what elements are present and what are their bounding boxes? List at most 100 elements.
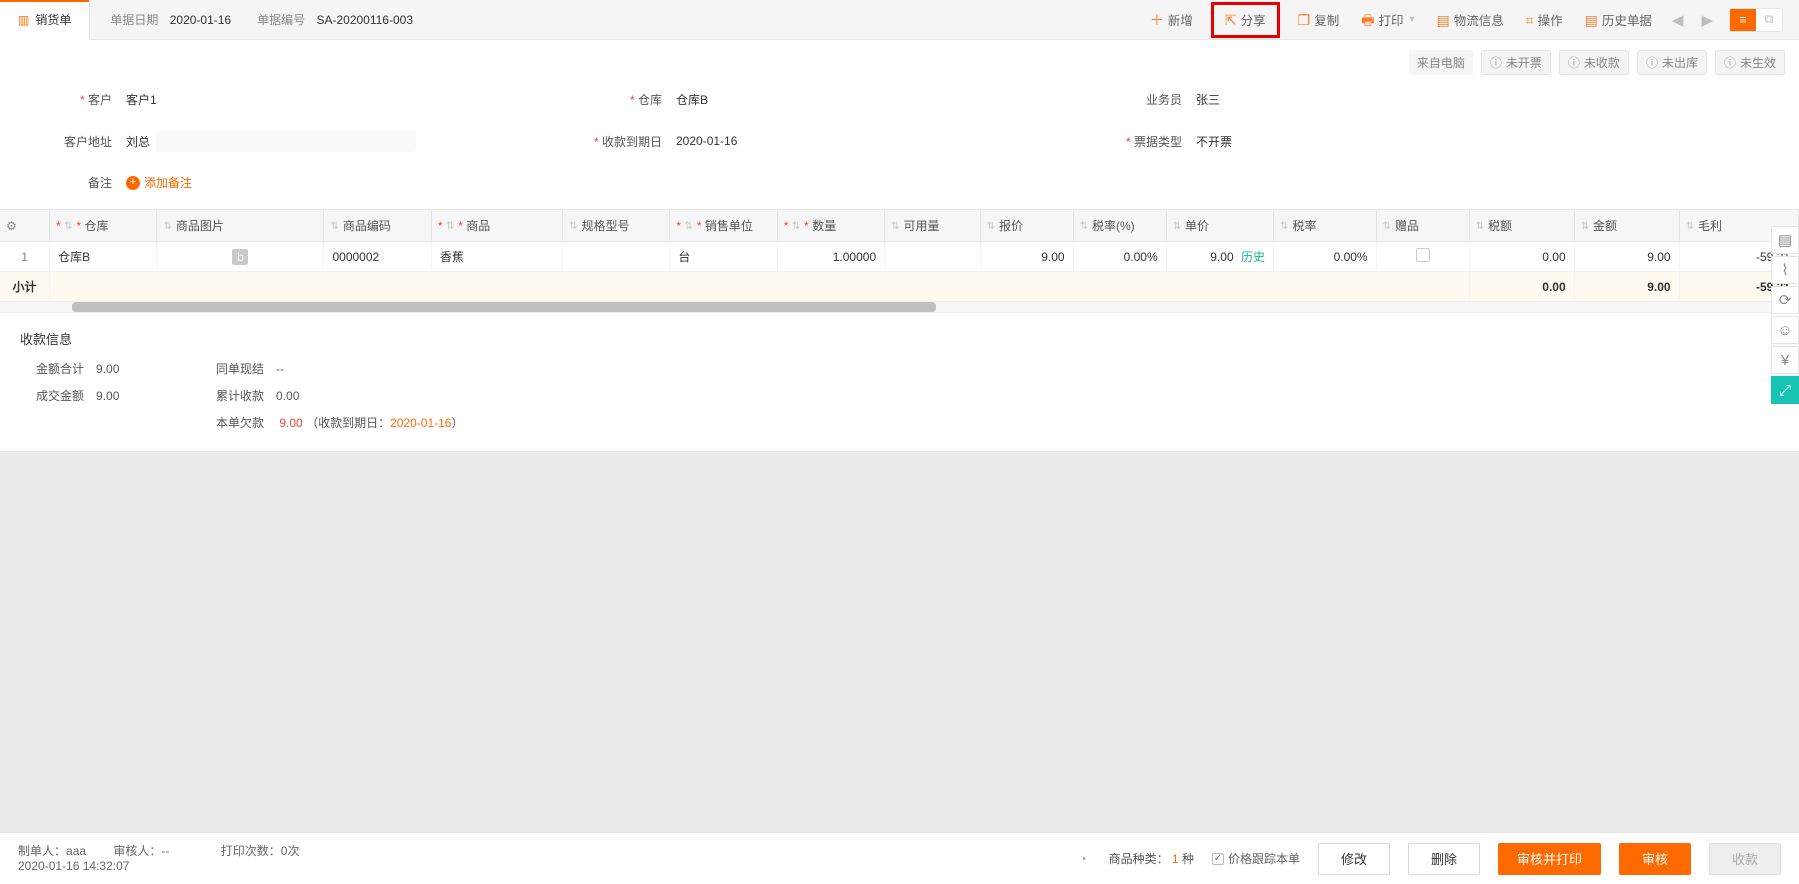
col-code[interactable]: ⇅商品编码 [324,210,431,242]
col-amount[interactable]: ⇅金额 [1575,210,1680,242]
cell-discount[interactable]: 0.00% [1074,242,1167,272]
status-no-out[interactable]: ⓘ未出库 [1637,50,1707,75]
view-card-button[interactable]: ⧉ [1756,9,1782,31]
status-no-receipt[interactable]: ⓘ未收款 [1559,50,1629,75]
doc-icon: ▥ [18,13,29,27]
col-spec[interactable]: ⇅规格型号 [563,210,670,242]
pager-prev[interactable]: ◀ [1670,11,1686,29]
subtotal-tax-amt: 0.00 [1470,272,1575,302]
status-not-effective[interactable]: ⓘ未生效 [1715,50,1785,75]
action-print[interactable]: 🖶 打印 ▾ [1357,7,1418,32]
col-gift[interactable]: ⇅赠品 [1377,210,1470,242]
cell-warehouse[interactable]: 仓库B [50,242,157,272]
status-no-invoice[interactable]: ⓘ未开票 [1481,50,1551,75]
col-discount[interactable]: ⇅税率(%) [1074,210,1167,242]
action-logistics[interactable]: ▤ 物流信息 [1433,7,1508,32]
cell-spec[interactable] [563,242,670,272]
table-horizontal-scrollbar[interactable] [0,302,1799,312]
warehouse-value[interactable]: 仓库B [676,91,708,108]
cum-receive-label: 累计收款 [216,389,264,403]
duedate-value[interactable]: 2020-01-16 [676,134,737,148]
addr-value[interactable]: 刘总 [126,133,150,150]
cell-qty[interactable]: 1.00000 [778,242,885,272]
scrollbar-thumb[interactable] [72,302,936,312]
delete-button[interactable]: 删除 [1408,843,1480,875]
cell-gift[interactable] [1377,242,1470,272]
col-qty[interactable]: ⇅数量 [778,210,885,242]
col-tax-rate[interactable]: ⇅税率 [1274,210,1377,242]
rail-refresh-icon[interactable]: ⟳ [1771,286,1799,314]
add-note-button[interactable]: + 添加备注 [126,174,192,191]
plus-circle-icon: + [126,176,140,190]
rail-user-icon[interactable]: ☺ [1771,316,1799,344]
subtotal-amount: 9.00 [1575,272,1680,302]
view-list-button[interactable]: ≡ [1730,9,1756,31]
status-row: 来自电脑 ⓘ未开票 ⓘ未收款 ⓘ未出库 ⓘ未生效 [0,40,1799,75]
cell-price[interactable]: 9.00 [981,242,1074,272]
rail-link-icon[interactable]: ⌇ [1771,256,1799,284]
info-icon: ⓘ [1724,54,1736,71]
code-label: 单据编号 [257,13,305,27]
deal-amount-value: 9.00 [96,389,119,403]
col-sale-unit[interactable]: ⇅销售单位 [670,210,777,242]
row-index: 1 [0,242,50,272]
auditor-label: 审核人： [113,844,161,858]
timestamp: 2020-01-16 14:32:07 [18,859,299,874]
owed-note-suffix: ） [451,416,463,430]
action-operations[interactable]: ⌗ 操作 [1522,7,1567,32]
info-icon: ⓘ [1490,54,1502,71]
price-history-link[interactable]: 历史 [1241,250,1265,264]
col-warehouse[interactable]: ⇅仓库 [50,210,157,242]
top-bar: ▥ 销货单 单据日期 2020-01-16 单据编号 SA-20200116-0… [0,0,1799,40]
col-unit-price[interactable]: ⇅单价 [1167,210,1274,242]
top-actions: ＋ 新增 ⇱ 分享 ❐ 复制 🖶 打印 ▾ ▤ 物流信息 [1146,2,1783,38]
rail-expand-icon[interactable]: ⤢ [1771,376,1799,404]
line-items-table: ⚙ ⇅仓库 ⇅商品图片 ⇅商品编码 ⇅商品 ⇅规格型号 ⇅销售单位 ⇅数量 ⇅可… [0,209,1799,312]
sales-value[interactable]: 张三 [1196,91,1220,108]
cell-avail[interactable] [885,242,980,272]
col-avail[interactable]: ⇅可用量 [885,210,980,242]
code-value: SA-20200116-003 [316,13,413,27]
owed-label: 本单欠款 [216,416,264,430]
cell-product[interactable]: 香蕉 [432,242,563,272]
cell-unit-price[interactable]: 9.00 历史 [1167,242,1274,272]
customer-label: 客户 [40,91,112,108]
col-image[interactable]: ⇅商品图片 [157,210,324,242]
audit-print-button[interactable]: 审核并打印 [1498,843,1601,875]
right-rail: ▤ ⌇ ⟳ ☺ ¥ ⤢ [1771,226,1799,404]
invoice-type-value[interactable]: 不开票 [1196,133,1232,150]
date-value: 2020-01-16 [170,13,231,27]
cell-sale-unit[interactable]: 台 [670,242,777,272]
tab-active[interactable]: ▥ 销货单 [0,0,90,40]
audit-button[interactable]: 审核 [1619,843,1691,875]
chevron-down-icon: ▾ [1409,14,1414,25]
customer-value[interactable]: 客户1 [126,91,157,108]
pager-next[interactable]: ▶ [1699,11,1715,29]
warehouse-label: 仓库 [590,91,662,108]
same-order-label: 同单现结 [216,362,264,376]
cell-image[interactable]: b [157,242,324,272]
rail-money-icon[interactable]: ¥ [1771,346,1799,374]
col-tax-amt[interactable]: ⇅税额 [1470,210,1575,242]
action-copy[interactable]: ❐ 复制 [1294,7,1344,32]
rail-clipboard-icon[interactable]: ▤ [1771,226,1799,254]
status-from-pc[interactable]: 来自电脑 [1409,50,1473,75]
table-row[interactable]: 1 仓库B b 0000002 香蕉 台 1.00000 9.00 0.00% … [0,242,1799,272]
col-product[interactable]: ⇅商品 [432,210,563,242]
history-icon: ▤ [1585,13,1598,27]
gift-checkbox[interactable] [1416,248,1430,262]
col-settings[interactable]: ⚙ [0,210,50,242]
invoice-type-label: 票据类型 [1110,133,1182,150]
variety-count: 1 [1172,852,1179,866]
follow-price-checkbox[interactable]: ✓ 价格跟踪本单 [1212,850,1300,867]
subtotal-label: 小计 [0,272,50,302]
edit-button[interactable]: 修改 [1318,843,1390,875]
cell-tax-rate[interactable]: 0.00% [1274,242,1377,272]
col-price[interactable]: ⇅报价 [981,210,1074,242]
auditor-value: -- [161,844,169,858]
action-new[interactable]: ＋ 新增 [1146,7,1197,32]
action-history[interactable]: ▤ 历史单据 [1581,7,1656,32]
image-placeholder-icon: b [232,249,248,265]
action-share[interactable]: ⇱ 分享 [1221,7,1270,32]
cell-code[interactable]: 0000002 [324,242,431,272]
